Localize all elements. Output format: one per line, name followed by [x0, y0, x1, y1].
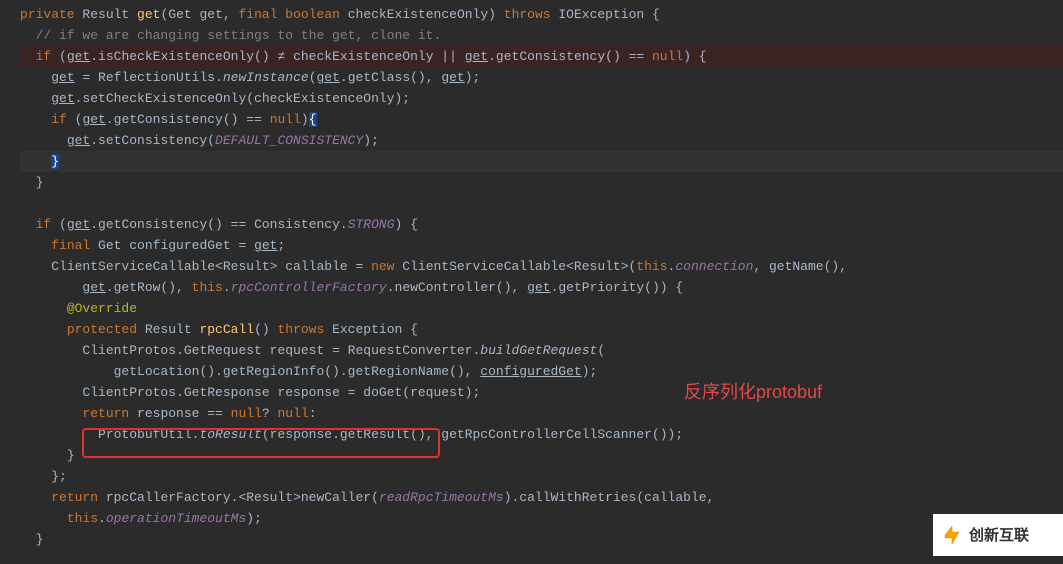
code-line: private Result get(Get get, final boolea…: [20, 4, 1063, 25]
code-line: }: [20, 172, 1063, 193]
code-line: if (get.getConsistency() == Consistency.…: [20, 214, 1063, 235]
code-line: };: [20, 466, 1063, 487]
code-line: if (get.isCheckExistenceOnly() ≠ checkEx…: [20, 46, 1063, 67]
code-line: // if we are changing settings to the ge…: [20, 25, 1063, 46]
code-line: get = ReflectionUtils.newInstance(get.ge…: [20, 67, 1063, 88]
code-line: getLocation().getRegionInfo().getRegionN…: [20, 361, 1063, 382]
annotation-label: 反序列化protobuf: [684, 382, 822, 403]
code-line: }: [20, 151, 1063, 172]
code-line: get.setCheckExistenceOnly(checkExistence…: [20, 88, 1063, 109]
code-line: ClientServiceCallable<Result> callable =…: [20, 256, 1063, 277]
code-line: ClientProtos.GetResponse response = doGe…: [20, 382, 1063, 403]
code-line: if (get.getConsistency() == null){: [20, 109, 1063, 130]
code-line: }: [20, 445, 1063, 466]
code-line: protected Result rpcCall() throws Except…: [20, 319, 1063, 340]
code-line: return rpcCallerFactory.<Result>newCalle…: [20, 487, 1063, 508]
code-editor[interactable]: private Result get(Get get, final boolea…: [0, 0, 1063, 550]
code-line: this.operationTimeoutMs);: [20, 508, 1063, 529]
code-line: ClientProtos.GetRequest request = Reques…: [20, 340, 1063, 361]
code-line: return response == null? null:: [20, 403, 1063, 424]
watermark-icon: [939, 522, 965, 548]
watermark-badge: 创新互联: [933, 514, 1063, 556]
code-line: get.getRow(), this.rpcControllerFactory.…: [20, 277, 1063, 298]
code-line: }: [20, 529, 1063, 550]
watermark-text: 创新互联: [969, 525, 1029, 546]
code-line: final Get configuredGet = get;: [20, 235, 1063, 256]
code-line: @Override: [20, 298, 1063, 319]
code-line: [20, 193, 1063, 214]
code-line: ProtobufUtil.toResult(response.getResult…: [20, 424, 1063, 445]
code-line: get.setConsistency(DEFAULT_CONSISTENCY);: [20, 130, 1063, 151]
